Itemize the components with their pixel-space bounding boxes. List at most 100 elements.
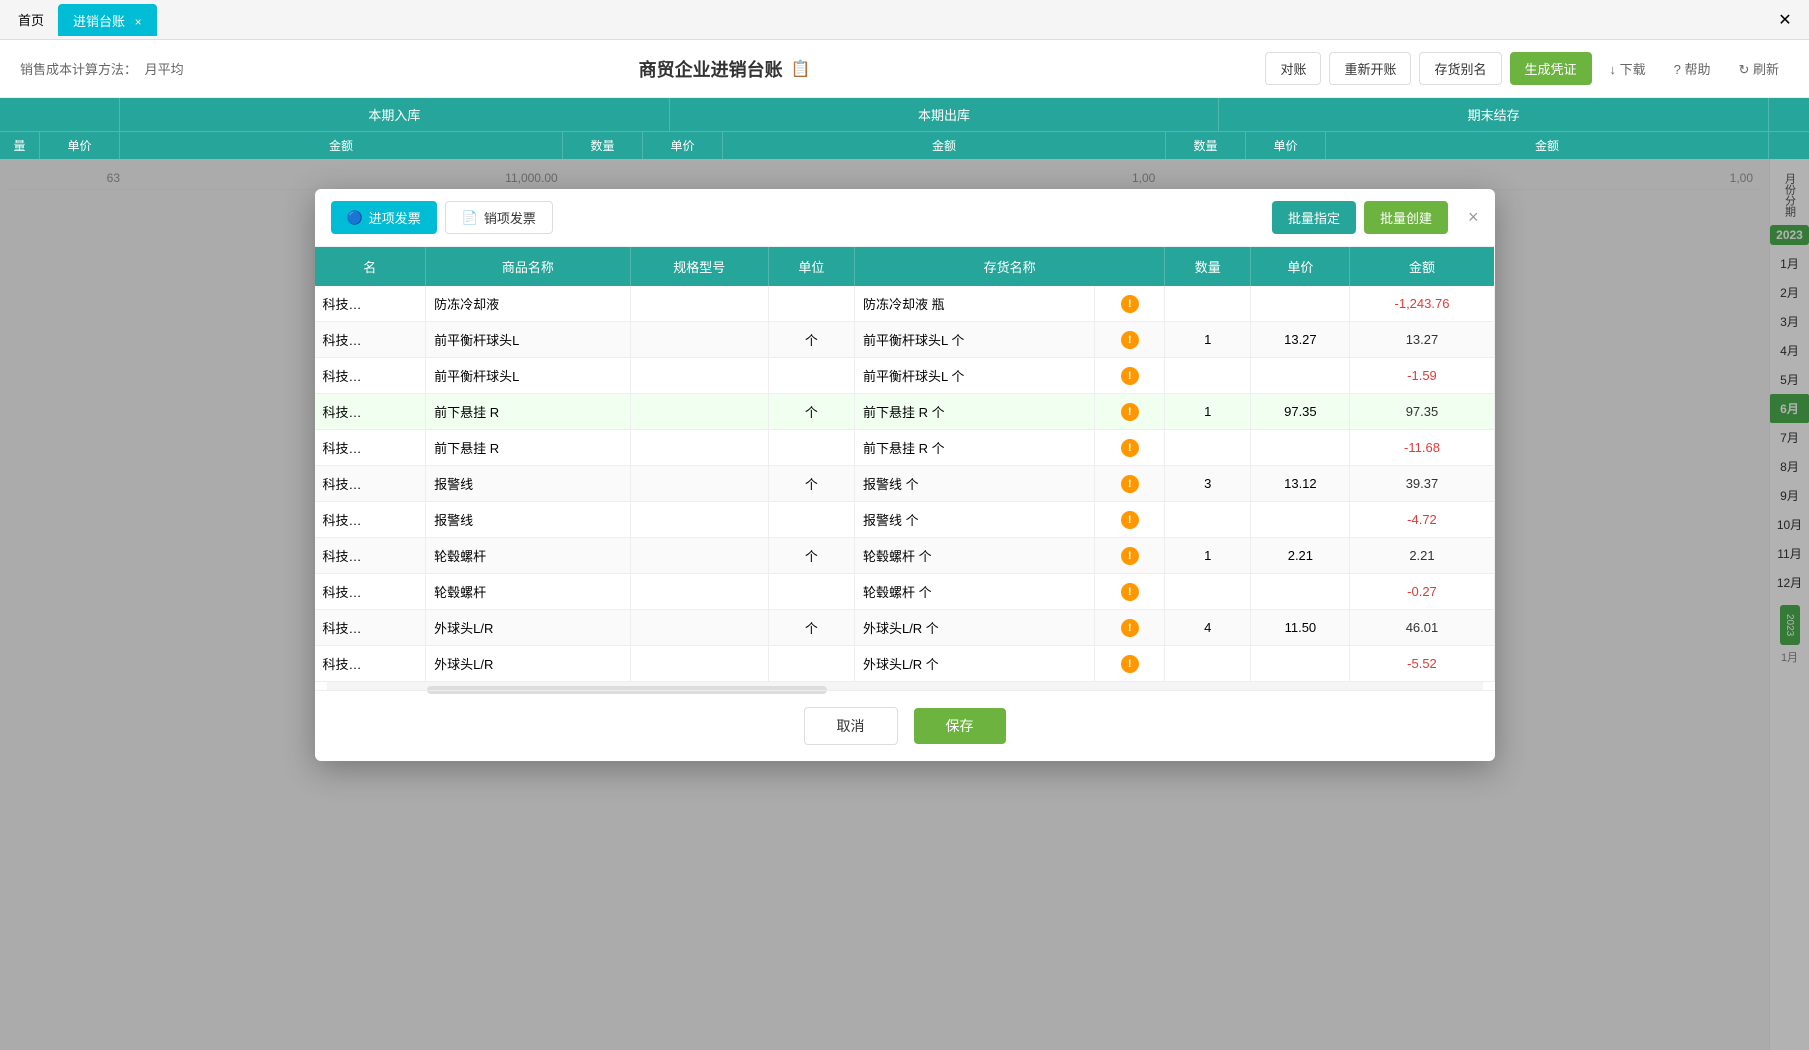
reconcile-button[interactable]: 对账	[1265, 52, 1321, 85]
cell-warning: !	[1095, 574, 1165, 610]
cell-unit	[768, 358, 854, 394]
cell-amount: 39.37	[1350, 466, 1494, 502]
cell-amount: -1.59	[1350, 358, 1494, 394]
cell-warning: !	[1095, 430, 1165, 466]
cell-spec	[630, 610, 768, 646]
tab-sales[interactable]: 📄 销项发票	[445, 201, 553, 234]
page-title: 商贸企业进销台账	[639, 56, 783, 82]
cell-unit	[768, 574, 854, 610]
cell-qty	[1165, 358, 1251, 394]
cell-unit	[768, 430, 854, 466]
cell-amount: -5.52	[1350, 646, 1494, 682]
cell-warning: !	[1095, 286, 1165, 322]
cell-unit	[768, 646, 854, 682]
cell-spec	[630, 646, 768, 682]
download-button[interactable]: ↓ 下载	[1600, 53, 1656, 84]
cell-amount: -0.27	[1350, 574, 1494, 610]
cell-price: 2.21	[1251, 538, 1350, 574]
col-spec: 规格型号	[630, 247, 768, 286]
cell-unit	[768, 502, 854, 538]
cell-product: 外球头L/R	[426, 610, 631, 646]
cell-price: 13.12	[1251, 466, 1350, 502]
warning-icon: !	[1121, 295, 1139, 313]
warning-icon: !	[1121, 511, 1139, 529]
side-spacer2	[1769, 132, 1809, 159]
cell-unit	[768, 286, 854, 322]
cell-product: 前平衡杆球头L	[426, 322, 631, 358]
batch-assign-button[interactable]: 批量指定	[1272, 201, 1356, 234]
cell-warning: !	[1095, 394, 1165, 430]
cell-price: 11.50	[1251, 610, 1350, 646]
table-row: 科技… 轮毂螺杆 个 轮毂螺杆 个 ! 1 2.21 2.21	[315, 538, 1495, 574]
dialog-footer: 取消 保存	[315, 690, 1495, 761]
table-row: 科技… 前平衡杆球头L 个 前平衡杆球头L 个 ! 1 13.27 13.27	[315, 322, 1495, 358]
col-inventory: 存货名称	[854, 247, 1164, 286]
dialog-table: 名 商品名称 规格型号 单位 存货名称 数量 单价 金额	[315, 247, 1495, 682]
amount-label-out: 金额	[723, 132, 1166, 159]
top-bar: 首页 进销台账 × ✕	[0, 0, 1809, 40]
cell-amount: 46.01	[1350, 610, 1494, 646]
dialog: 🔵 进项发票 📄 销项发票 批量指定 批量创建 ×	[315, 189, 1495, 761]
cell-price	[1251, 286, 1350, 322]
cell-product: 轮毂螺杆	[426, 538, 631, 574]
table-row: 科技… 外球头L/R 外球头L/R 个 ! -5.52	[315, 646, 1495, 682]
cell-price: 13.27	[1251, 322, 1350, 358]
qty-label-end: 数量	[1166, 132, 1246, 159]
tab-purchase[interactable]: 🔵 进项发票	[331, 201, 437, 234]
dialog-action-buttons: 批量指定 批量创建	[1272, 201, 1448, 234]
cell-spec	[630, 394, 768, 430]
col-qty: 数量	[1165, 247, 1251, 286]
dialog-scrollbar[interactable]	[327, 682, 1483, 690]
window-close-button[interactable]: ✕	[1769, 4, 1801, 36]
sales-tab-label: 销项发票	[484, 208, 536, 227]
cell-spec	[630, 538, 768, 574]
cell-price	[1251, 502, 1350, 538]
col-price: 单价	[1251, 247, 1350, 286]
cell-product: 前平衡杆球头L	[426, 358, 631, 394]
cell-spec	[630, 322, 768, 358]
cell-warning: !	[1095, 502, 1165, 538]
sales-tab-icon: 📄	[462, 210, 478, 226]
content-area: 63 11,000.00 1,00 1,00 月份分期 2023 1月 2月 3…	[0, 159, 1809, 1050]
cell-warning: !	[1095, 538, 1165, 574]
cell-amount: 13.27	[1350, 322, 1494, 358]
cell-name: 科技…	[315, 430, 426, 466]
period-out-label: 本期出库	[670, 98, 1220, 131]
price-label-in: 单价	[40, 132, 120, 159]
band-header: 本期入库 本期出库 期末结存	[0, 98, 1809, 131]
cell-inventory: 轮毂螺杆 个	[854, 574, 1094, 610]
table-header-row: 名 商品名称 规格型号 单位 存货名称 数量 单价 金额	[315, 247, 1495, 286]
inventory-rename-button[interactable]: 存货别名	[1419, 52, 1501, 85]
cell-inventory: 外球头L/R 个	[854, 610, 1094, 646]
invoice-table: 名 商品名称 规格型号 单位 存货名称 数量 单价 金额	[315, 247, 1495, 682]
cell-qty	[1165, 646, 1251, 682]
cell-product: 前下悬挂 R	[426, 394, 631, 430]
cell-spec	[630, 502, 768, 538]
header-bar: 销售成本计算方法： 月平均 商贸企业进销台账 📋 对账 重新开账 存货别名 生成…	[0, 40, 1809, 98]
refresh-button[interactable]: ↻ 刷新	[1728, 53, 1789, 84]
cell-qty	[1165, 286, 1251, 322]
dialog-close-button[interactable]: ×	[1468, 207, 1479, 228]
cell-price	[1251, 574, 1350, 610]
cell-qty: 4	[1165, 610, 1251, 646]
save-button[interactable]: 保存	[914, 708, 1006, 744]
cell-spec	[630, 358, 768, 394]
home-tab[interactable]: 首页	[8, 4, 54, 35]
cell-amount: -1,243.76	[1350, 286, 1494, 322]
warning-icon: !	[1121, 619, 1139, 637]
table-row: 科技… 轮毂螺杆 轮毂螺杆 个 ! -0.27	[315, 574, 1495, 610]
cell-name: 科技…	[315, 538, 426, 574]
cell-name: 科技…	[315, 286, 426, 322]
tab-close-icon[interactable]: ×	[135, 15, 142, 29]
cell-spec	[630, 286, 768, 322]
batch-create-button[interactable]: 批量创建	[1364, 201, 1448, 234]
reopen-button[interactable]: 重新开账	[1329, 52, 1411, 85]
cancel-button[interactable]: 取消	[804, 707, 898, 745]
help-button[interactable]: ? 帮助	[1664, 53, 1721, 84]
cell-name: 科技…	[315, 466, 426, 502]
generate-voucher-button[interactable]: 生成凭证	[1510, 52, 1592, 85]
table-row: 科技… 报警线 个 报警线 个 ! 3 13.12 39.37	[315, 466, 1495, 502]
warning-icon: !	[1121, 331, 1139, 349]
title-icon: 📋	[791, 59, 811, 79]
active-tab[interactable]: 进销台账 ×	[58, 4, 157, 36]
